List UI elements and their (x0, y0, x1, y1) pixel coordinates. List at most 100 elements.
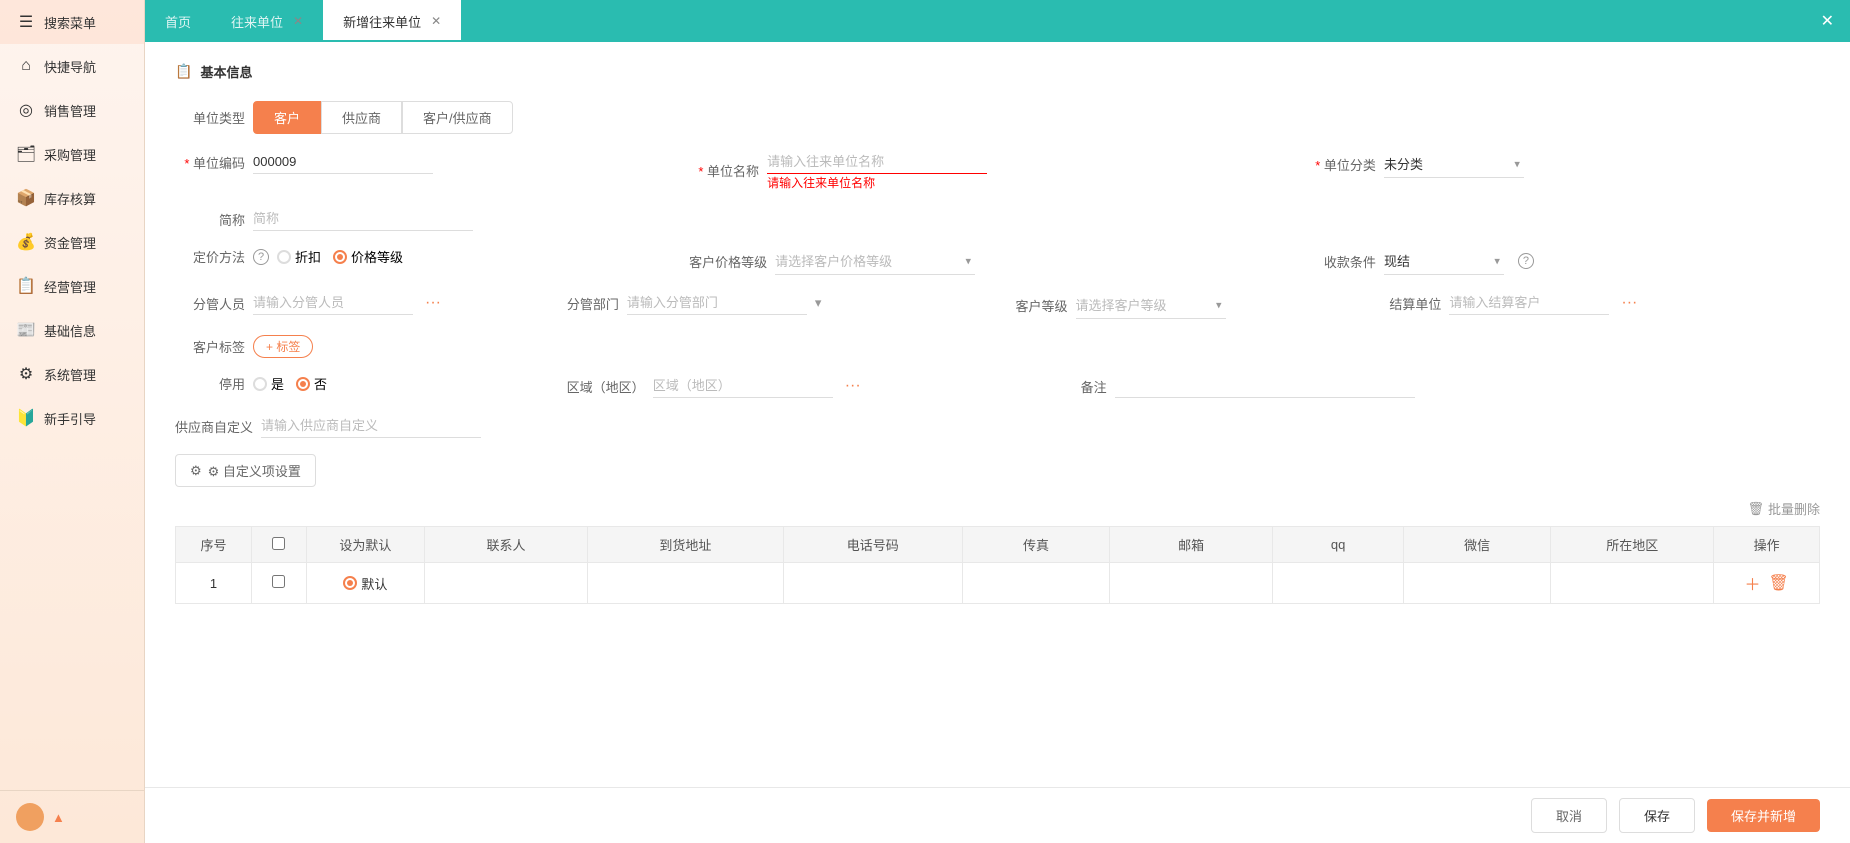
sidebar-item-finance[interactable]: 💰 资金管理 (0, 220, 144, 264)
settlement-unit-input[interactable] (1449, 291, 1609, 315)
add-tag-button[interactable]: + 标签 (253, 335, 313, 358)
row-email[interactable] (1110, 563, 1273, 604)
row-qq-input[interactable] (1308, 576, 1368, 591)
sidebar-item-quicknav[interactable]: ⌂ 快捷导航 (0, 44, 144, 88)
unit-code-label: 单位编码 (175, 153, 245, 172)
row-qq[interactable] (1273, 563, 1404, 604)
custom-settings-button[interactable]: ⚙ ⚙ 自定义项设置 (175, 454, 316, 487)
sidebar-item-basic[interactable]: 📰 基础信息 (0, 308, 144, 352)
customer-level-select[interactable]: 请选择客户等级 (1076, 291, 1226, 319)
disabled-no-radio[interactable] (296, 377, 310, 391)
row-address[interactable] (588, 563, 784, 604)
row-checkbox[interactable] (272, 575, 285, 588)
department-input[interactable] (627, 291, 807, 315)
pricing-discount-radio[interactable] (277, 250, 291, 264)
batch-delete-label[interactable]: 批量删除 (1768, 499, 1820, 518)
remark-input[interactable] (1115, 374, 1415, 398)
supplier-custom-row: 供应商自定义 (175, 414, 1820, 438)
manager-label: 分管人员 (175, 294, 245, 313)
region-input[interactable] (653, 374, 833, 398)
row-phone-input[interactable] (828, 576, 918, 591)
sidebar-item-guide[interactable]: 🔰 新手引导 (0, 396, 144, 440)
unit-category-select[interactable]: 未分类 (1384, 150, 1524, 178)
unit-type-customer-btn[interactable]: 客户 (253, 101, 321, 134)
pricing-level-option[interactable]: 价格等级 (333, 247, 403, 266)
disabled-yes-label: 是 (271, 374, 284, 393)
unit-type-both-btn[interactable]: 客户/供应商 (402, 101, 513, 134)
section-info-icon: 📋 (175, 63, 192, 80)
row-region-input[interactable] (1592, 576, 1672, 591)
sidebar-item-search[interactable]: ☰ 搜索菜单 (0, 0, 144, 44)
sidebar-item-purchase[interactable]: 🗂 采购管理 (0, 132, 144, 176)
unit-name-input[interactable] (767, 150, 987, 174)
settlement-more-btn[interactable]: ··· (1617, 294, 1641, 312)
sidebar-item-operations[interactable]: 📋 经营管理 (0, 264, 144, 308)
disabled-yes-option[interactable]: 是 (253, 374, 284, 393)
save-new-button[interactable]: 保存并新增 (1707, 799, 1820, 832)
select-all-checkbox[interactable] (272, 537, 285, 550)
contacts-table: 序号 设为默认 联系人 到货地址 电话号码 传真 邮箱 qq 微信 所在地区 操… (175, 526, 1820, 604)
row-fax[interactable] (962, 563, 1109, 604)
payment-terms-field: 收款条件 现结 ? (1306, 247, 1820, 275)
row-delete-button[interactable]: 🗑 (1769, 571, 1789, 595)
sidebar-item-sales[interactable]: ◎ 销售管理 (0, 88, 144, 132)
manager-input[interactable] (253, 291, 413, 315)
manager-more-btn[interactable]: ··· (421, 294, 445, 312)
row-contact-input[interactable] (466, 576, 546, 591)
short-name-input[interactable] (253, 207, 473, 231)
row-add-button[interactable]: ＋ (1745, 571, 1761, 595)
row-wechat-input[interactable] (1442, 576, 1512, 591)
sidebar-item-inventory[interactable]: 📦 库存核算 (0, 176, 144, 220)
unit-type-supplier-btn[interactable]: 供应商 (321, 101, 402, 134)
remark-label: 备注 (1037, 377, 1107, 396)
operations-icon: 📋 (16, 276, 36, 296)
short-name-row: 简称 (175, 207, 1820, 231)
pricing-help-icon[interactable]: ? (253, 249, 269, 265)
row-default-radio-item[interactable]: 默认 (343, 574, 387, 593)
pricing-level-radio[interactable] (333, 250, 347, 264)
payment-terms-select[interactable]: 现结 (1384, 247, 1504, 275)
tab-home[interactable]: 首页 (145, 0, 211, 42)
row-email-input[interactable] (1151, 576, 1231, 591)
settlement-unit-field: 结算单位 ··· (1371, 291, 1820, 315)
window-close-button[interactable]: ✕ (1805, 0, 1850, 42)
purchase-icon: 🗂 (16, 144, 36, 164)
pricing-discount-option[interactable]: 折扣 (277, 247, 321, 266)
region-label: 区域（地区） (567, 377, 645, 396)
row-contact[interactable] (424, 563, 587, 604)
disabled-no-option[interactable]: 否 (296, 374, 327, 393)
unit-code-input[interactable] (253, 150, 433, 174)
tab-partners[interactable]: 往来单位 ✕ (211, 0, 323, 42)
save-button[interactable]: 保存 (1619, 798, 1695, 833)
tab-partners-close[interactable]: ✕ (293, 14, 303, 28)
row-phone[interactable] (783, 563, 962, 604)
disabled-field: 停用 是 否 (175, 374, 567, 393)
col-index: 序号 (176, 527, 252, 563)
row-address-input[interactable] (635, 576, 735, 591)
unit-category-select-wrapper: 未分类 (1384, 150, 1524, 178)
disabled-label: 停用 (175, 374, 245, 393)
supplier-custom-input[interactable] (261, 414, 481, 438)
guide-icon: 🔰 (16, 408, 36, 428)
payment-terms-help-icon[interactable]: ? (1518, 253, 1534, 269)
unit-name-error: 请输入往来单位名称 (767, 174, 987, 191)
customer-price-level-select[interactable]: 请选择客户价格等级 (775, 247, 975, 275)
row-default-label: 默认 (361, 574, 387, 593)
inventory-icon: 📦 (16, 188, 36, 208)
section-header: 📋 基本信息 (175, 62, 1820, 81)
custom-settings-label: ⚙ 自定义项设置 (208, 461, 301, 480)
row-region[interactable] (1551, 563, 1714, 604)
row-default-radio[interactable] (343, 576, 357, 590)
department-dropdown-icon[interactable]: ▾ (815, 295, 822, 311)
cancel-button[interactable]: 取消 (1531, 798, 1607, 833)
pricing-row: 定价方法 ? 折扣 价格等级 客户价格等级 请选择客户价格等级 (175, 247, 1820, 275)
pricing-method-label: 定价方法 (175, 247, 245, 266)
region-more-btn[interactable]: ··· (841, 377, 865, 395)
tab-new-partner[interactable]: 新增往来单位 ✕ (323, 0, 461, 42)
disabled-yes-radio[interactable] (253, 377, 267, 391)
row-fax-input[interactable] (1001, 576, 1071, 591)
sidebar-label-finance: 资金管理 (44, 233, 96, 252)
sidebar-item-system[interactable]: ⚙ 系统管理 (0, 352, 144, 396)
tab-new-partner-close[interactable]: ✕ (431, 14, 441, 28)
row-wechat[interactable] (1404, 563, 1551, 604)
